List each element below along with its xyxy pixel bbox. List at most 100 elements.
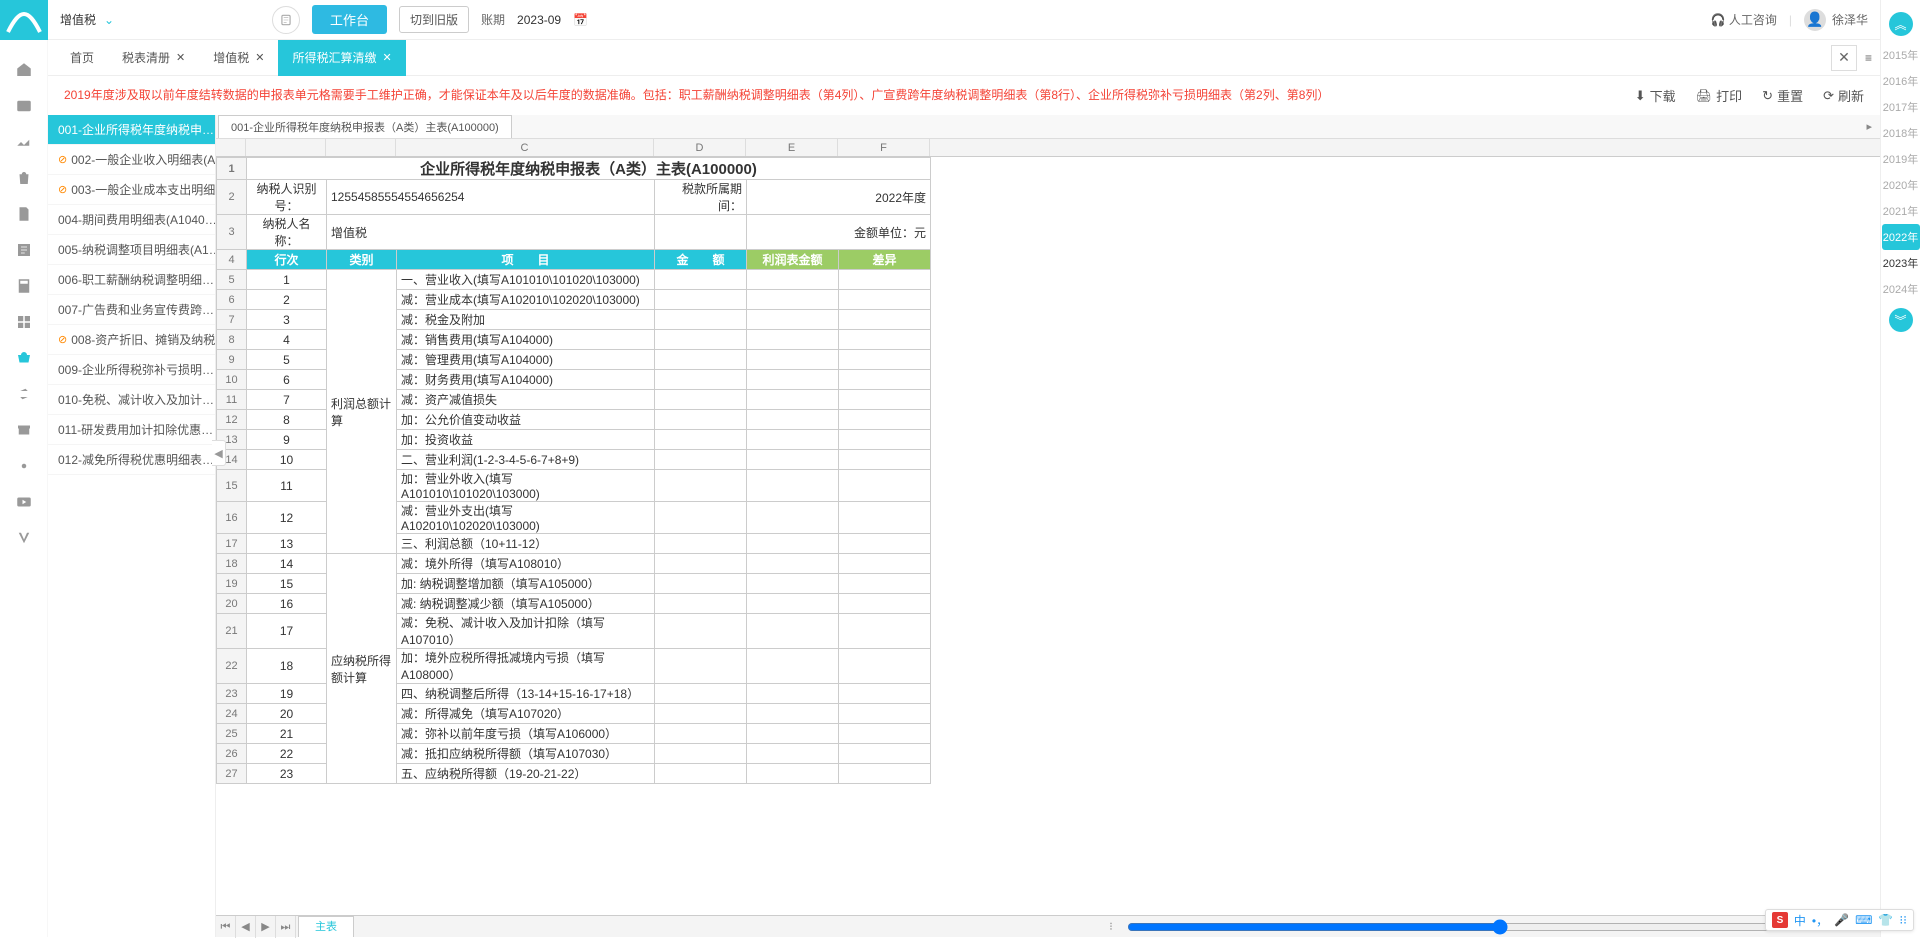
refresh-button[interactable]: ⟳ 刷新 xyxy=(1823,86,1864,105)
table-row: 2521减：弥补以前年度亏损（填写A106000） xyxy=(217,724,931,744)
nav-tax-icon[interactable] xyxy=(0,340,48,376)
sheet-bottom-tab[interactable]: 主表 xyxy=(298,916,354,937)
list-collapse-handle[interactable]: ◀ xyxy=(212,440,226,466)
year-2020年[interactable]: 2020年 xyxy=(1882,172,1920,198)
spreadsheet-table[interactable]: 1企业所得税年度纳税申报表（A类）主表(A100000) 2 纳税人识别号： 1… xyxy=(216,157,931,784)
year-2018年[interactable]: 2018年 xyxy=(1882,120,1920,146)
table-row: 117减：资产减值损失 xyxy=(217,390,931,410)
sheet-nav-first[interactable]: ⏮ xyxy=(216,916,236,938)
year-down-icon[interactable]: ︾ xyxy=(1889,308,1913,332)
warn-icon: ⊘ xyxy=(58,183,67,196)
ime-keyboard-icon[interactable]: ⌨ xyxy=(1855,913,1872,927)
ime-skin-icon[interactable]: 👕 xyxy=(1878,913,1893,927)
nav-transfer-icon[interactable] xyxy=(0,376,48,412)
form-item-5[interactable]: 006-职工薪酬纳税调整明细… xyxy=(48,265,215,295)
ime-punct-icon[interactable]: •， xyxy=(1812,912,1828,929)
year-2021年[interactable]: 2021年 xyxy=(1882,198,1920,224)
form-item-7[interactable]: ⊘008-资产折旧、摊销及纳税… xyxy=(48,325,215,355)
warn-icon: ⊘ xyxy=(58,153,67,166)
sheet-top-tab[interactable]: 001-企业所得税年度纳税申报表（A类）主表(A100000) xyxy=(218,115,512,138)
form-list: 001-企业所得税年度纳税申…⊘002-一般企业收入明细表(A1…⊘003-一般… xyxy=(48,115,216,937)
col-headers: C D E F xyxy=(216,139,1880,157)
nav-doc-icon[interactable] xyxy=(0,196,48,232)
h-scrollbar[interactable] xyxy=(1127,921,1874,933)
nav-bag-icon[interactable] xyxy=(0,160,48,196)
table-row: 1814应纳税所得额计算减：境外所得（填写A108010） xyxy=(217,554,931,574)
workspace-button[interactable]: 工作台 xyxy=(312,5,387,34)
close-icon[interactable]: ✕ xyxy=(255,40,264,76)
year-2017年[interactable]: 2017年 xyxy=(1882,94,1920,120)
sheet-title: 企业所得税年度纳税申报表（A类）主表(A100000) xyxy=(247,158,931,180)
avatar-icon: 👤 xyxy=(1804,9,1826,31)
ime-bar[interactable]: S 中 •， 🎤 ⌨ 👕 ⁝⁝ xyxy=(1765,909,1914,931)
print-button[interactable]: 🖨 打印 xyxy=(1696,86,1743,105)
org-name: 增值税 xyxy=(60,11,96,28)
table-row: 2319四、纳税调整后所得（13-14+15-16-17+18） xyxy=(217,684,931,704)
sidebar-left xyxy=(0,0,48,937)
table-row: 73减：税金及附加 xyxy=(217,310,931,330)
org-selector[interactable]: 增值税 ⌄ xyxy=(60,11,260,28)
switch-old-button[interactable]: 切到旧版 xyxy=(399,6,469,33)
form-item-1[interactable]: ⊘002-一般企业收入明细表(A1… xyxy=(48,145,215,175)
tab-0[interactable]: 首页 xyxy=(56,40,108,76)
calendar-icon[interactable]: 📅 xyxy=(573,13,588,27)
ime-mic-icon[interactable]: 🎤 xyxy=(1834,913,1849,927)
year-2024年[interactable]: 2024年 xyxy=(1882,276,1920,302)
year-2016年[interactable]: 2016年 xyxy=(1882,68,1920,94)
form-item-0[interactable]: 001-企业所得税年度纳税申… xyxy=(48,115,215,145)
year-2022年[interactable]: 2022年 xyxy=(1882,224,1920,250)
year-up-icon[interactable]: ︽ xyxy=(1889,12,1913,36)
year-2023年[interactable]: 2023年 xyxy=(1882,250,1920,276)
group2-label: 应纳税所得额计算 xyxy=(327,554,397,784)
table-row: 139加：投资收益 xyxy=(217,430,931,450)
consult-link[interactable]: 🎧 人工咨询 xyxy=(1711,11,1777,28)
group1-label: 利润总额计算 xyxy=(327,270,397,554)
tab-2[interactable]: 增值税 ✕ xyxy=(199,40,278,76)
table-row: 1713三、利润总额（10+11-12） xyxy=(217,534,931,554)
tab-1[interactable]: 税表清册 ✕ xyxy=(108,40,199,76)
year-2019年[interactable]: 2019年 xyxy=(1882,146,1920,172)
user-menu[interactable]: 👤 徐泽华 xyxy=(1804,9,1868,31)
header-top: 增值税 ⌄ 工作台 切到旧版 账期 2023-09 📅 🎧 人工咨询 | 👤 徐… xyxy=(48,0,1880,40)
warn-icon: ⊘ xyxy=(58,333,67,346)
form-item-10[interactable]: 011-研发费用加计扣除优惠… xyxy=(48,415,215,445)
form-item-3[interactable]: 004-期间费用明细表(A1040… xyxy=(48,205,215,235)
sheet-nav-next[interactable]: ▶ xyxy=(256,916,276,938)
table-row: 1915加: 纳税调整增加额（填写A105000） xyxy=(217,574,931,594)
nav-v-icon[interactable] xyxy=(0,520,48,556)
form-item-4[interactable]: 005-纳税调整项目明细表(A1… xyxy=(48,235,215,265)
tabs-menu-icon[interactable]: ≡ xyxy=(1865,51,1872,65)
ime-menu-icon[interactable]: ⁝⁝ xyxy=(1899,913,1907,927)
header-doc-icon[interactable] xyxy=(272,6,300,34)
nav-home-icon[interactable] xyxy=(0,52,48,88)
sheet-nav-last[interactable]: ⏭ xyxy=(276,916,296,938)
form-item-6[interactable]: 007-广告费和业务宣传费跨… xyxy=(48,295,215,325)
sheet-nav-prev[interactable]: ◀ xyxy=(236,916,256,938)
close-icon[interactable]: ✕ xyxy=(383,40,392,76)
nav-chart-icon[interactable] xyxy=(0,124,48,160)
year-2015年[interactable]: 2015年 xyxy=(1882,42,1920,68)
nav-archive-icon[interactable] xyxy=(0,412,48,448)
tab-3[interactable]: 所得税汇算清缴 ✕ xyxy=(278,40,405,76)
nav-settings-icon[interactable] xyxy=(0,448,48,484)
form-item-8[interactable]: 009-企业所得税弥补亏损明… xyxy=(48,355,215,385)
form-item-9[interactable]: 010-免税、减计收入及加计… xyxy=(48,385,215,415)
nav-grid-icon[interactable] xyxy=(0,304,48,340)
table-row: 106减：财务费用(填写A104000) xyxy=(217,370,931,390)
nav-card-icon[interactable] xyxy=(0,88,48,124)
tabs-close-all[interactable]: ✕ xyxy=(1831,45,1857,71)
nav-report-icon[interactable] xyxy=(0,232,48,268)
notice-text: 2019年度涉及取以前年度结转数据的申报表单元格需要手工维护正确，才能保证本年及… xyxy=(64,86,1623,105)
table-row: 2723五、应纳税所得额（19-20-21-22） xyxy=(217,764,931,784)
sheet-bottom-bar: ⏮ ◀ ▶ ⏭ 主表 ⁝ xyxy=(216,915,1880,937)
period-value[interactable]: 2023-09 xyxy=(517,13,561,27)
nav-calc-icon[interactable] xyxy=(0,268,48,304)
form-item-2[interactable]: ⊘003-一般企业成本支出明细… xyxy=(48,175,215,205)
reset-button[interactable]: ↻ 重置 xyxy=(1762,86,1803,105)
nav-video-icon[interactable] xyxy=(0,484,48,520)
close-icon[interactable]: ✕ xyxy=(176,40,185,76)
form-item-11[interactable]: 012-减免所得税优惠明细表… xyxy=(48,445,215,475)
sheet-expand-icon[interactable]: ▸ xyxy=(1858,120,1880,133)
download-button[interactable]: ⬇ 下载 xyxy=(1635,86,1676,105)
table-row: 51利润总额计算一、营业收入(填写A101010\101020\103000) xyxy=(217,270,931,290)
